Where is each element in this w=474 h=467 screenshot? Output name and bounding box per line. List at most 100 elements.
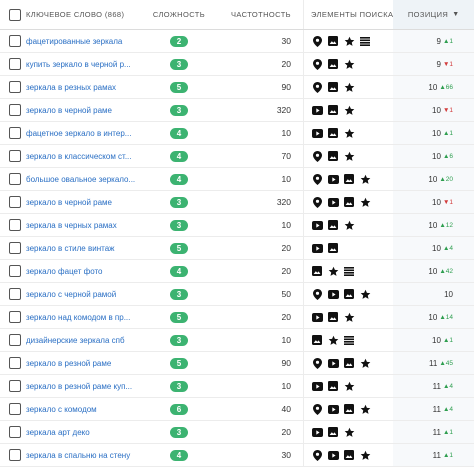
map-pin-icon[interactable] <box>311 150 323 162</box>
table-row[interactable]: большое овальное зеркало... 4 10 10 ▲20 <box>0 168 474 191</box>
video-icon[interactable] <box>327 288 339 300</box>
video-icon[interactable] <box>327 449 339 461</box>
video-icon[interactable] <box>327 173 339 185</box>
keyword-link[interactable]: зеркала в спальню на стену <box>26 451 154 460</box>
row-checkbox[interactable] <box>9 173 21 185</box>
table-row[interactable]: фацетированные зеркала 2 30 9 ▲1 <box>0 30 474 53</box>
list-icon[interactable] <box>343 265 355 277</box>
map-pin-icon[interactable] <box>311 58 323 70</box>
video-icon[interactable] <box>327 196 339 208</box>
video-icon[interactable] <box>311 242 323 254</box>
keyword-link[interactable]: зеркало с комодом <box>26 405 154 414</box>
image-icon[interactable] <box>327 127 339 139</box>
image-icon[interactable] <box>327 380 339 392</box>
video-icon[interactable] <box>311 311 323 323</box>
video-icon[interactable] <box>311 104 323 116</box>
row-checkbox[interactable] <box>9 150 21 162</box>
keyword-header[interactable]: КЛЮЧЕВОЕ СЛОВО (868) <box>26 0 156 29</box>
image-icon[interactable] <box>327 150 339 162</box>
keyword-link[interactable]: зеркало в резной раме <box>26 359 154 368</box>
map-pin-icon[interactable] <box>311 403 323 415</box>
image-icon[interactable] <box>327 219 339 231</box>
map-pin-icon[interactable] <box>311 173 323 185</box>
map-pin-icon[interactable] <box>311 35 323 47</box>
image-icon[interactable] <box>327 58 339 70</box>
row-checkbox[interactable] <box>9 196 21 208</box>
image-icon[interactable] <box>327 81 339 93</box>
video-icon[interactable] <box>327 357 339 369</box>
row-checkbox[interactable] <box>9 357 21 369</box>
image-icon[interactable] <box>327 311 339 323</box>
table-row[interactable]: зеркало в черной раме 3 320 10 ▼1 <box>0 99 474 122</box>
row-checkbox[interactable] <box>9 380 21 392</box>
row-checkbox[interactable] <box>9 242 21 254</box>
sort-arrow-down-icon[interactable]: ▼ <box>452 11 459 18</box>
keyword-link[interactable]: зеркало в стиле винтаж <box>26 244 154 253</box>
map-pin-icon[interactable] <box>311 288 323 300</box>
table-row[interactable]: фацетное зеркало в интер... 4 10 10 ▲1 <box>0 122 474 145</box>
keyword-link[interactable]: большое овальное зеркало... <box>26 175 154 184</box>
table-row[interactable]: зеркало с черной рамой 3 50 10 <box>0 283 474 306</box>
keyword-link[interactable]: зеркало над комодом в пр... <box>26 313 154 322</box>
list-icon[interactable] <box>359 35 371 47</box>
table-row[interactable]: зеркала арт деко 3 20 11 ▲1 <box>0 421 474 444</box>
keyword-link[interactable]: зеркала в черных рамах <box>26 221 154 230</box>
row-checkbox[interactable] <box>9 426 21 438</box>
table-row[interactable]: зеркало в резной раме куп... 3 10 11 ▲4 <box>0 375 474 398</box>
row-checkbox[interactable] <box>9 265 21 277</box>
row-checkbox[interactable] <box>9 127 21 139</box>
star-icon[interactable] <box>359 449 371 461</box>
keyword-link[interactable]: зеркало фацет фото <box>26 267 154 276</box>
video-icon[interactable] <box>311 380 323 392</box>
star-icon[interactable] <box>359 357 371 369</box>
difficulty-header[interactable]: СЛОЖНОСТЬ <box>150 0 208 29</box>
table-row[interactable]: зеркала в спальню на стену 4 30 11 ▲1 <box>0 444 474 467</box>
list-icon[interactable] <box>343 334 355 346</box>
keyword-link[interactable]: зеркала арт деко <box>26 428 154 437</box>
row-checkbox[interactable] <box>9 219 21 231</box>
star-icon[interactable] <box>327 334 339 346</box>
keyword-link[interactable]: зеркало в черной раме <box>26 198 154 207</box>
table-row[interactable]: зеркала в черных рамах 3 10 10 ▲12 <box>0 214 474 237</box>
row-checkbox[interactable] <box>9 58 21 70</box>
table-row[interactable]: зеркало над комодом в пр... 5 20 10 ▲14 <box>0 306 474 329</box>
map-pin-icon[interactable] <box>311 357 323 369</box>
star-icon[interactable] <box>359 196 371 208</box>
star-icon[interactable] <box>359 403 371 415</box>
position-header[interactable]: ПОЗИЦИЯ ▼ <box>393 0 474 29</box>
row-checkbox[interactable] <box>9 81 21 93</box>
keyword-link[interactable]: зеркало в резной раме куп... <box>26 382 154 391</box>
table-row[interactable]: зеркало в черной раме 3 320 10 ▼1 <box>0 191 474 214</box>
elements-header[interactable]: ЭЛЕМЕНТЫ ПОИСКА <box>303 0 393 29</box>
keyword-link[interactable]: зеркало в классическом ст... <box>26 152 154 161</box>
image-icon[interactable] <box>343 403 355 415</box>
star-icon[interactable] <box>327 265 339 277</box>
image-icon[interactable] <box>343 196 355 208</box>
table-row[interactable]: зеркало фацет фото 4 20 10 ▲42 <box>0 260 474 283</box>
keyword-link[interactable]: зеркало с черной рамой <box>26 290 154 299</box>
star-icon[interactable] <box>359 288 371 300</box>
table-row[interactable]: зеркало в классическом ст... 4 70 10 ▲6 <box>0 145 474 168</box>
table-row[interactable]: зеркало в резной раме 5 90 11 ▲45 <box>0 352 474 375</box>
table-row[interactable]: дизайнерские зеркала спб 3 10 10 ▲1 <box>0 329 474 352</box>
keyword-link[interactable]: фацетированные зеркала <box>26 37 154 46</box>
star-icon[interactable] <box>343 127 355 139</box>
star-icon[interactable] <box>343 380 355 392</box>
star-icon[interactable] <box>343 150 355 162</box>
select-all-checkbox[interactable] <box>9 8 21 21</box>
table-row[interactable]: купить зеркало в черной р... 3 20 9 ▼1 <box>0 53 474 76</box>
video-icon[interactable] <box>311 127 323 139</box>
keyword-link[interactable]: дизайнерские зеркала спб <box>26 336 154 345</box>
star-icon[interactable] <box>359 173 371 185</box>
map-pin-icon[interactable] <box>311 81 323 93</box>
image-icon[interactable] <box>343 449 355 461</box>
keyword-link[interactable]: фацетное зеркало в интер... <box>26 129 154 138</box>
row-checkbox[interactable] <box>9 288 21 300</box>
keyword-link[interactable]: зеркало в черной раме <box>26 106 154 115</box>
row-checkbox[interactable] <box>9 311 21 323</box>
image-icon[interactable] <box>343 288 355 300</box>
image-icon[interactable] <box>343 173 355 185</box>
image-icon[interactable] <box>327 104 339 116</box>
video-icon[interactable] <box>327 403 339 415</box>
image-icon[interactable] <box>311 265 323 277</box>
